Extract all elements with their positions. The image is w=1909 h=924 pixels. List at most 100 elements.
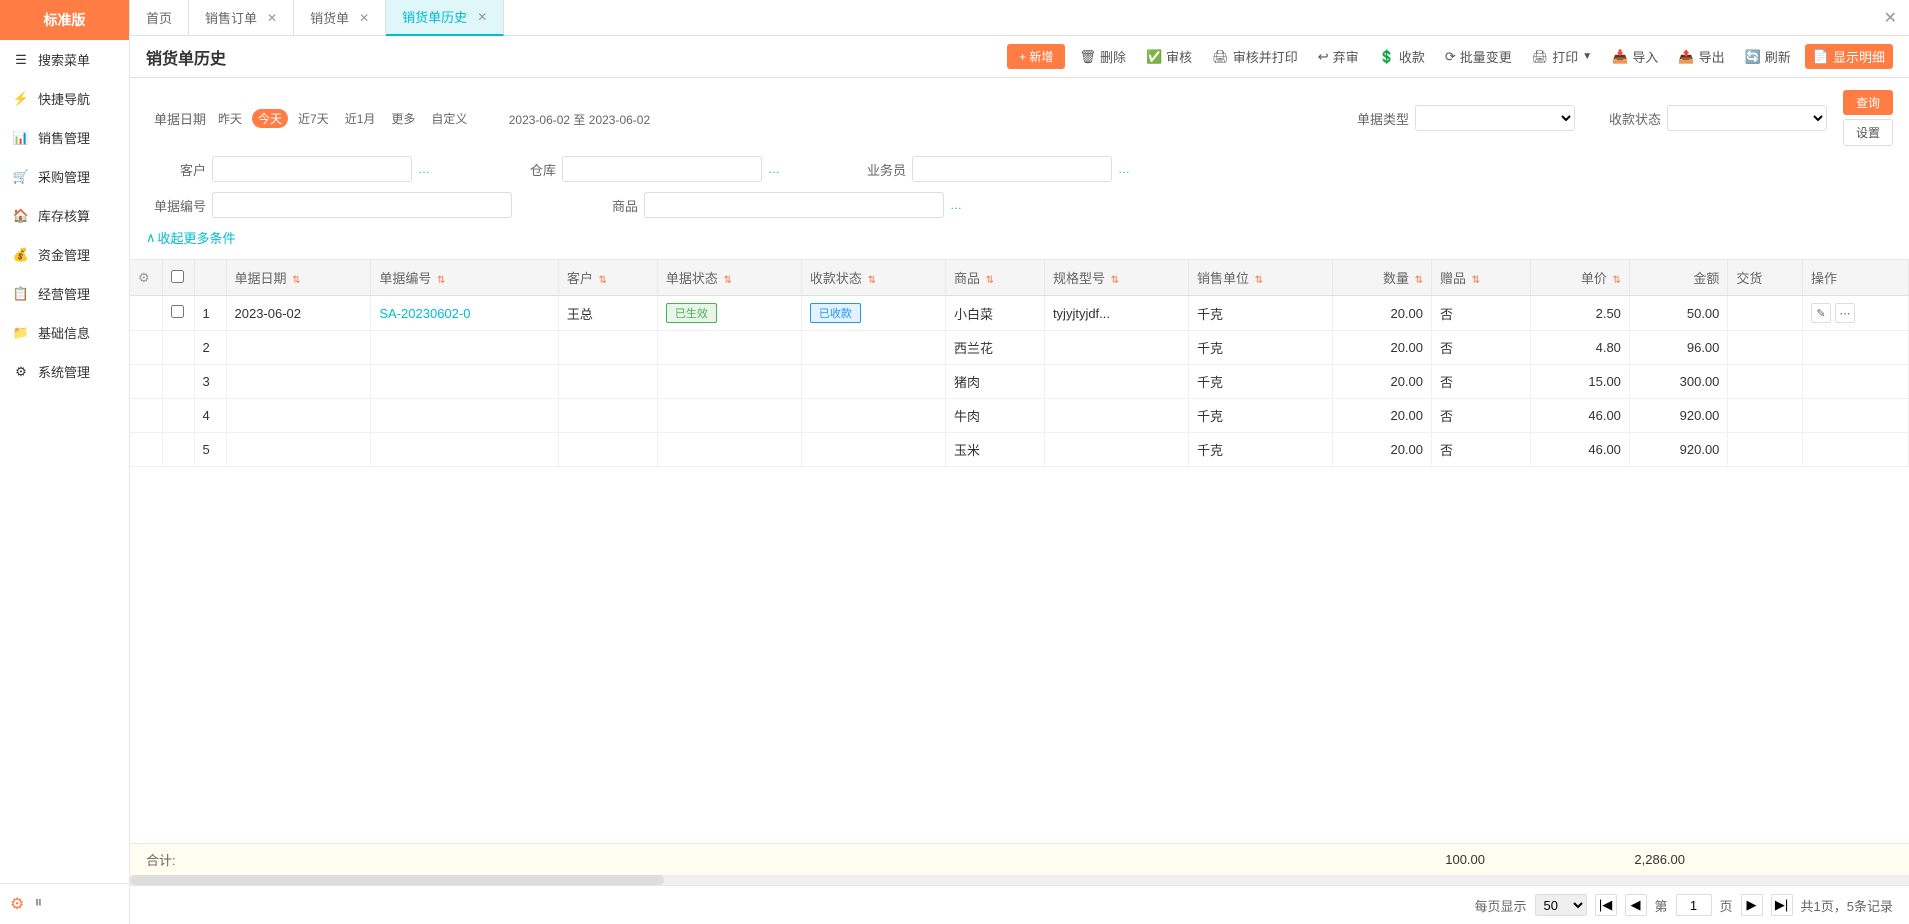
- per-page-select[interactable]: 50 100 200: [1535, 894, 1587, 916]
- cell-transaction: [1728, 433, 1803, 467]
- page-last-button[interactable]: ▶|: [1771, 894, 1793, 916]
- sidebar-item-sys-mgmt[interactable]: ⚙ 系统管理: [0, 352, 129, 391]
- date-tag-7days[interactable]: 近7天: [292, 109, 335, 128]
- new-button[interactable]: + 新增: [1007, 44, 1065, 69]
- export-button[interactable]: 📤 导出: [1672, 45, 1730, 68]
- settings-button[interactable]: 设置: [1843, 119, 1893, 146]
- collect-status-select[interactable]: [1667, 105, 1827, 131]
- col-sales-unit[interactable]: 销售单位 ⇅: [1189, 260, 1333, 296]
- date-tag-1month[interactable]: 近1月: [339, 109, 382, 128]
- salesman-ellipsis[interactable]: …: [1118, 162, 1130, 176]
- sidebar-item-basic-info[interactable]: 📁 基础信息: [0, 313, 129, 352]
- page-label-prefix: 第: [1655, 896, 1668, 915]
- search-row-3: 单据编号 商品 …: [146, 192, 1893, 218]
- tab-sales-history[interactable]: 销货单历史 ✕: [386, 0, 504, 36]
- page-first-button[interactable]: |◀: [1595, 894, 1617, 916]
- table-row: 5 玉米 千克 20.00 否 46.00 920.00: [130, 433, 1909, 467]
- warehouse-input[interactable]: [562, 156, 762, 182]
- page-prev-button[interactable]: ◀: [1625, 894, 1647, 916]
- select-all-checkbox[interactable]: [171, 270, 184, 283]
- config-icon[interactable]: ⚙: [138, 270, 150, 285]
- show-detail-button[interactable]: 📄 显示明细: [1805, 44, 1893, 69]
- date-tag-yesterday[interactable]: 昨天: [212, 109, 248, 128]
- col-customer-label: 客户: [567, 271, 593, 286]
- salesman-input[interactable]: [912, 156, 1112, 182]
- tab-home[interactable]: 首页: [130, 0, 189, 36]
- col-qty[interactable]: 数量 ⇅: [1333, 260, 1432, 296]
- horizontal-scrollbar[interactable]: [130, 875, 1909, 885]
- col-doc-no[interactable]: 单据编号 ⇅: [371, 260, 559, 296]
- cell-customer: 王总: [558, 296, 657, 331]
- col-product[interactable]: 商品 ⇅: [945, 260, 1044, 296]
- collect-button[interactable]: 💲 收款: [1373, 45, 1431, 68]
- col-spec-label: 规格型号: [1053, 271, 1105, 286]
- page-next-button[interactable]: ▶: [1741, 894, 1763, 916]
- sidebar-item-label: 搜索菜单: [38, 50, 90, 69]
- customer-ellipsis[interactable]: …: [418, 162, 430, 176]
- col-doc-status-label: 单据状态: [666, 271, 718, 286]
- cell-config: [130, 331, 162, 365]
- product-label: 商品: [578, 196, 638, 215]
- sidebar-collapse-icon[interactable]: ⏸: [34, 894, 42, 914]
- sidebar-item-ops-mgmt[interactable]: 📋 经营管理: [0, 274, 129, 313]
- tab-sales-delivery-close[interactable]: ✕: [359, 11, 369, 25]
- doc-type-select[interactable]: [1415, 105, 1575, 131]
- print-button[interactable]: 🖨 打印 ▼: [1526, 45, 1598, 68]
- table-container: ⚙ 单据日期 ⇅ 单据编号 ⇅: [130, 260, 1909, 843]
- cell-doc-no: SA-20230602-0: [371, 296, 559, 331]
- cell-spec: [1044, 433, 1188, 467]
- tab-sales-order-close[interactable]: ✕: [267, 11, 277, 25]
- col-gift[interactable]: 赠品 ⇅: [1432, 260, 1531, 296]
- tab-sales-order[interactable]: 销售订单 ✕: [189, 0, 294, 36]
- cell-qty: 20.00: [1333, 399, 1432, 433]
- sidebar-item-finance-mgmt[interactable]: 💰 资金管理: [0, 235, 129, 274]
- date-tag-more[interactable]: 更多: [385, 109, 421, 128]
- cell-spec: [1044, 331, 1188, 365]
- col-unit-price[interactable]: 单价 ⇅: [1530, 260, 1629, 296]
- audit-print-button[interactable]: 🖨 审核并打印: [1206, 45, 1304, 68]
- audit-button[interactable]: ✅ 审核: [1140, 45, 1198, 68]
- col-collect-status[interactable]: 收款状态 ⇅: [801, 260, 945, 296]
- date-tag-custom[interactable]: 自定义: [425, 109, 473, 128]
- sidebar-item-inventory[interactable]: 🏠 库存核算: [0, 196, 129, 235]
- refresh-button[interactable]: 🔄 刷新: [1739, 45, 1797, 68]
- page-input[interactable]: [1676, 894, 1712, 916]
- doc-no-input[interactable]: [212, 192, 512, 218]
- sidebar-item-quick-nav[interactable]: ⚡ 快捷导航: [0, 79, 129, 118]
- col-customer[interactable]: 客户 ⇅: [558, 260, 657, 296]
- date-tag-today[interactable]: 今天: [252, 109, 288, 128]
- sidebar-item-search-menu[interactable]: ☰ 搜索菜单: [0, 40, 129, 79]
- import-button[interactable]: 📥 导入: [1606, 45, 1664, 68]
- collapse-button[interactable]: ∧ 收起更多条件: [146, 228, 1893, 247]
- sidebar-item-sales-mgmt[interactable]: 📊 销售管理: [0, 118, 129, 157]
- sidebar-settings-icon[interactable]: ⚙: [10, 894, 24, 914]
- edit-icon[interactable]: ✎: [1811, 303, 1831, 323]
- tab-close-all[interactable]: ✕: [1872, 8, 1909, 28]
- delete-button[interactable]: 🗑 删除: [1073, 45, 1132, 68]
- tab-sales-delivery[interactable]: 销货单 ✕: [294, 0, 386, 36]
- col-doc-date[interactable]: 单据日期 ⇅: [226, 260, 371, 296]
- doc-no-link[interactable]: SA-20230602-0: [379, 306, 470, 321]
- cell-qty: 20.00: [1333, 331, 1432, 365]
- query-button[interactable]: 查询: [1843, 90, 1893, 115]
- print-icon: 🖨: [1532, 49, 1549, 65]
- warehouse-ellipsis[interactable]: …: [768, 162, 780, 176]
- tab-sales-history-close[interactable]: ✕: [477, 10, 487, 24]
- abandon-button[interactable]: ↩ 弃审: [1312, 45, 1365, 68]
- product-field: 商品 …: [578, 192, 962, 218]
- sidebar-item-purchase-mgmt[interactable]: 🛒 采购管理: [0, 157, 129, 196]
- scroll-thumb[interactable]: [130, 875, 664, 885]
- cell-product: 猪肉: [945, 365, 1044, 399]
- batch-change-button[interactable]: ⟳ 批量变更: [1439, 45, 1518, 68]
- more-icon[interactable]: ⋯: [1835, 303, 1855, 323]
- product-input[interactable]: [644, 192, 944, 218]
- col-customer-sort: ⇅: [599, 275, 607, 286]
- cell-doc-status: [657, 365, 801, 399]
- cell-transaction: [1728, 296, 1803, 331]
- collapse-arrow-icon: ∧: [146, 230, 156, 246]
- product-ellipsis[interactable]: …: [950, 198, 962, 212]
- col-spec[interactable]: 规格型号 ⇅: [1044, 260, 1188, 296]
- col-doc-status[interactable]: 单据状态 ⇅: [657, 260, 801, 296]
- row-checkbox[interactable]: [171, 305, 184, 318]
- customer-input[interactable]: [212, 156, 412, 182]
